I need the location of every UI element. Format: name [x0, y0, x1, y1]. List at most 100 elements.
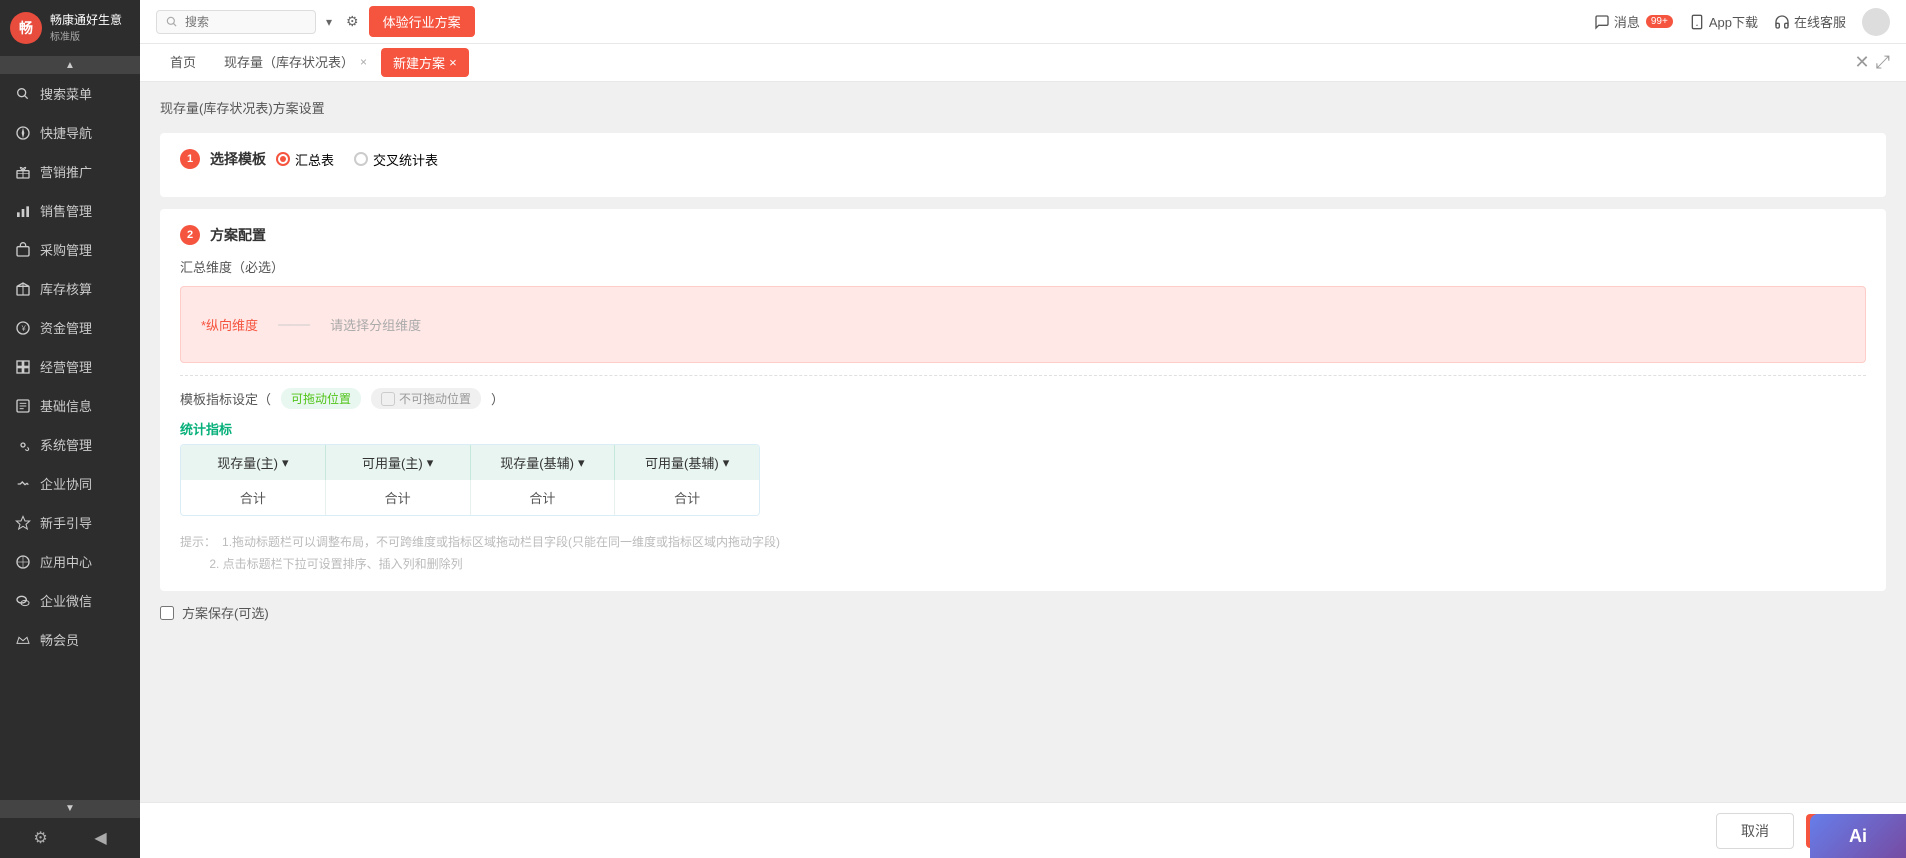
sidebar-item-system[interactable]: 系统管理 — [0, 425, 140, 464]
action-bar: 取消 查询 — [140, 802, 1906, 858]
appstore-icon — [14, 553, 32, 571]
sidebar-item-wechat[interactable]: 企业微信 — [0, 581, 140, 620]
dimension-label: 汇总维度（必选） — [180, 257, 1866, 276]
tips-section: 提示： 1.拖动标题栏可以调整布局，不可跨维度或指标区域拖动栏目字段(只能在同一… — [180, 532, 1866, 575]
stats-body-cell-1: 合计 — [326, 480, 471, 515]
phone-icon — [1689, 14, 1705, 30]
step2-title: 方案配置 — [210, 225, 266, 245]
step2-card: 2 方案配置 汇总维度（必选） *纵向维度 —— 请选择分组维度 模板指标设定（… — [160, 209, 1886, 591]
app-version: 标准版 — [50, 28, 122, 43]
stats-header-cell-3[interactable]: 可用量(基辅) ▾ — [615, 445, 759, 480]
tab-inventory-status[interactable]: 现存量（库存状况表） × — [210, 44, 381, 81]
app-name: 畅康通好生意 — [50, 13, 122, 29]
sidebar-logo: 畅 畅康通好生意 标准版 — [0, 0, 140, 57]
app-logo-icon: 畅 — [10, 12, 42, 44]
dimension-hint: 请选择分组维度 — [330, 315, 421, 334]
page-title: 现存量(库存状况表)方案设置 — [160, 98, 1886, 117]
info-icon — [14, 397, 32, 415]
search-icon — [14, 85, 32, 103]
sidebar-item-enterprise[interactable]: 企业协同 — [0, 464, 140, 503]
sidebar-item-shortcut[interactable]: 快捷导航 — [0, 113, 140, 152]
step1-badge: 1 — [180, 149, 200, 169]
message-icon — [1594, 14, 1610, 30]
tab-new-scheme[interactable]: 新建方案 × — [381, 48, 469, 77]
dropdown-icon-1: ▾ — [427, 455, 434, 471]
sidebar-scroll-up[interactable]: ▲ — [0, 57, 140, 74]
sidebar-footer: ⚙ ◀ — [0, 817, 140, 858]
sidebar-item-basic[interactable]: 基础信息 — [0, 386, 140, 425]
topbar-search-icon — [165, 15, 179, 29]
stats-table: 现存量(主) ▾ 可用量(主) ▾ 现存量(基辅) ▾ 可用量(基辅) ▾ — [180, 444, 760, 516]
compass-icon — [14, 124, 32, 142]
topbar-right: 消息 99+ App下载 在线客服 — [1594, 8, 1890, 36]
star-icon — [14, 514, 32, 532]
sidebar-item-member[interactable]: 畅会员 — [0, 620, 140, 659]
stats-header-cell-2[interactable]: 现存量(基辅) ▾ — [471, 445, 616, 480]
step1-header: 1 选择模板 汇总表 交叉统计表 — [180, 149, 1866, 169]
main-area: ▾ ⚙ 体验行业方案 消息 99+ App下载 在线客服 首页 现存量（ — [140, 0, 1906, 858]
svg-text:￥: ￥ — [20, 324, 27, 332]
handshake-icon — [14, 475, 32, 493]
sidebar-item-inventory[interactable]: 库存核算 — [0, 269, 140, 308]
footer-sound-icon[interactable]: ◀ — [94, 828, 106, 848]
dropdown-icon-3: ▾ — [723, 455, 730, 471]
footer-settings-icon[interactable]: ⚙ — [33, 828, 47, 848]
radio-cross[interactable]: 交叉统计表 — [354, 150, 438, 169]
stats-body-cell-2: 合计 — [471, 480, 616, 515]
sidebar-menu: 搜索菜单 快捷导航 营销推广 销售管理 采购管理 — [0, 74, 140, 800]
template-radio-group: 汇总表 交叉统计表 — [276, 150, 438, 169]
topbar-settings-icon[interactable]: ⚙ — [346, 13, 359, 30]
stats-header-cell-1[interactable]: 可用量(主) ▾ — [326, 445, 471, 480]
sidebar-item-purchase[interactable]: 采购管理 — [0, 230, 140, 269]
divider1 — [180, 375, 1866, 376]
sidebar-item-search[interactable]: 搜索菜单 — [0, 74, 140, 113]
sidebar-item-marketing[interactable]: 营销推广 — [0, 152, 140, 191]
industry-solution-button[interactable]: 体验行业方案 — [369, 6, 475, 37]
step1-card: 1 选择模板 汇总表 交叉统计表 — [160, 133, 1886, 197]
tab-inventory-close[interactable]: × — [360, 55, 367, 69]
user-avatar[interactable] — [1862, 8, 1890, 36]
topbar: ▾ ⚙ 体验行业方案 消息 99+ App下载 在线客服 — [140, 0, 1906, 44]
close-window-icon[interactable]: ✕ — [1855, 52, 1870, 73]
search-input[interactable] — [185, 15, 285, 29]
stats-table-header: 现存量(主) ▾ 可用量(主) ▾ 现存量(基辅) ▾ 可用量(基辅) ▾ — [181, 445, 759, 480]
sidebar: 畅 畅康通好生意 标准版 ▲ 搜索菜单 快捷导航 营销推广 — [0, 0, 140, 858]
gift-icon — [14, 163, 32, 181]
sidebar-item-appcenter[interactable]: 应用中心 — [0, 542, 140, 581]
fixed-indicator-icon — [381, 392, 395, 406]
stats-header-cell-0[interactable]: 现存量(主) ▾ — [181, 445, 326, 480]
sidebar-item-sales[interactable]: 销售管理 — [0, 191, 140, 230]
radio-dot-cross — [354, 152, 368, 166]
stats-body-cell-0: 合计 — [181, 480, 326, 515]
topbar-search-box[interactable] — [156, 10, 316, 34]
expand-window-icon[interactable]: ⤢ — [1876, 52, 1890, 73]
ai-fab-button[interactable]: Ai — [1810, 814, 1906, 858]
dropdown-icon-0: ▾ — [282, 455, 289, 471]
indicator-chip-fixed: 不可拖动位置 — [371, 388, 481, 409]
box-icon — [14, 280, 32, 298]
radio-dot-summary — [276, 152, 290, 166]
message-item[interactable]: 消息 99+ — [1594, 12, 1673, 31]
sidebar-scroll-down[interactable]: ▼ — [0, 800, 140, 817]
main-content: 现存量(库存状况表)方案设置 1 选择模板 汇总表 交叉统计表 — [140, 82, 1906, 802]
dropdown-icon-2: ▾ — [578, 455, 585, 471]
message-badge: 99+ — [1646, 15, 1673, 28]
sidebar-item-newguide[interactable]: 新手引导 — [0, 503, 140, 542]
topbar-dropdown-icon[interactable]: ▾ — [326, 15, 332, 29]
dimension-required-area[interactable]: *纵向维度 —— 请选择分组维度 — [180, 286, 1866, 363]
tab-home[interactable]: 首页 — [156, 44, 210, 81]
online-service-item[interactable]: 在线客服 — [1774, 12, 1846, 31]
indicator-chip-draggable: 可拖动位置 — [281, 388, 361, 409]
app-download-item[interactable]: App下载 — [1689, 12, 1758, 31]
step1-title: 选择模板 — [210, 149, 266, 169]
tip-label: 提示： — [180, 532, 216, 554]
tab-new-scheme-close[interactable]: × — [449, 55, 457, 70]
save-checkbox[interactable] — [160, 606, 174, 620]
sidebar-item-operation[interactable]: 经营管理 — [0, 347, 140, 386]
radio-summary[interactable]: 汇总表 — [276, 150, 334, 169]
chart-icon — [14, 202, 32, 220]
sidebar-item-finance[interactable]: ￥ 资金管理 — [0, 308, 140, 347]
settings-icon — [14, 436, 32, 454]
cancel-button[interactable]: 取消 — [1716, 813, 1794, 849]
tip-item-2: 2. 点击标题栏下拉可设置排序、插入列和删除列 — [180, 554, 1866, 576]
